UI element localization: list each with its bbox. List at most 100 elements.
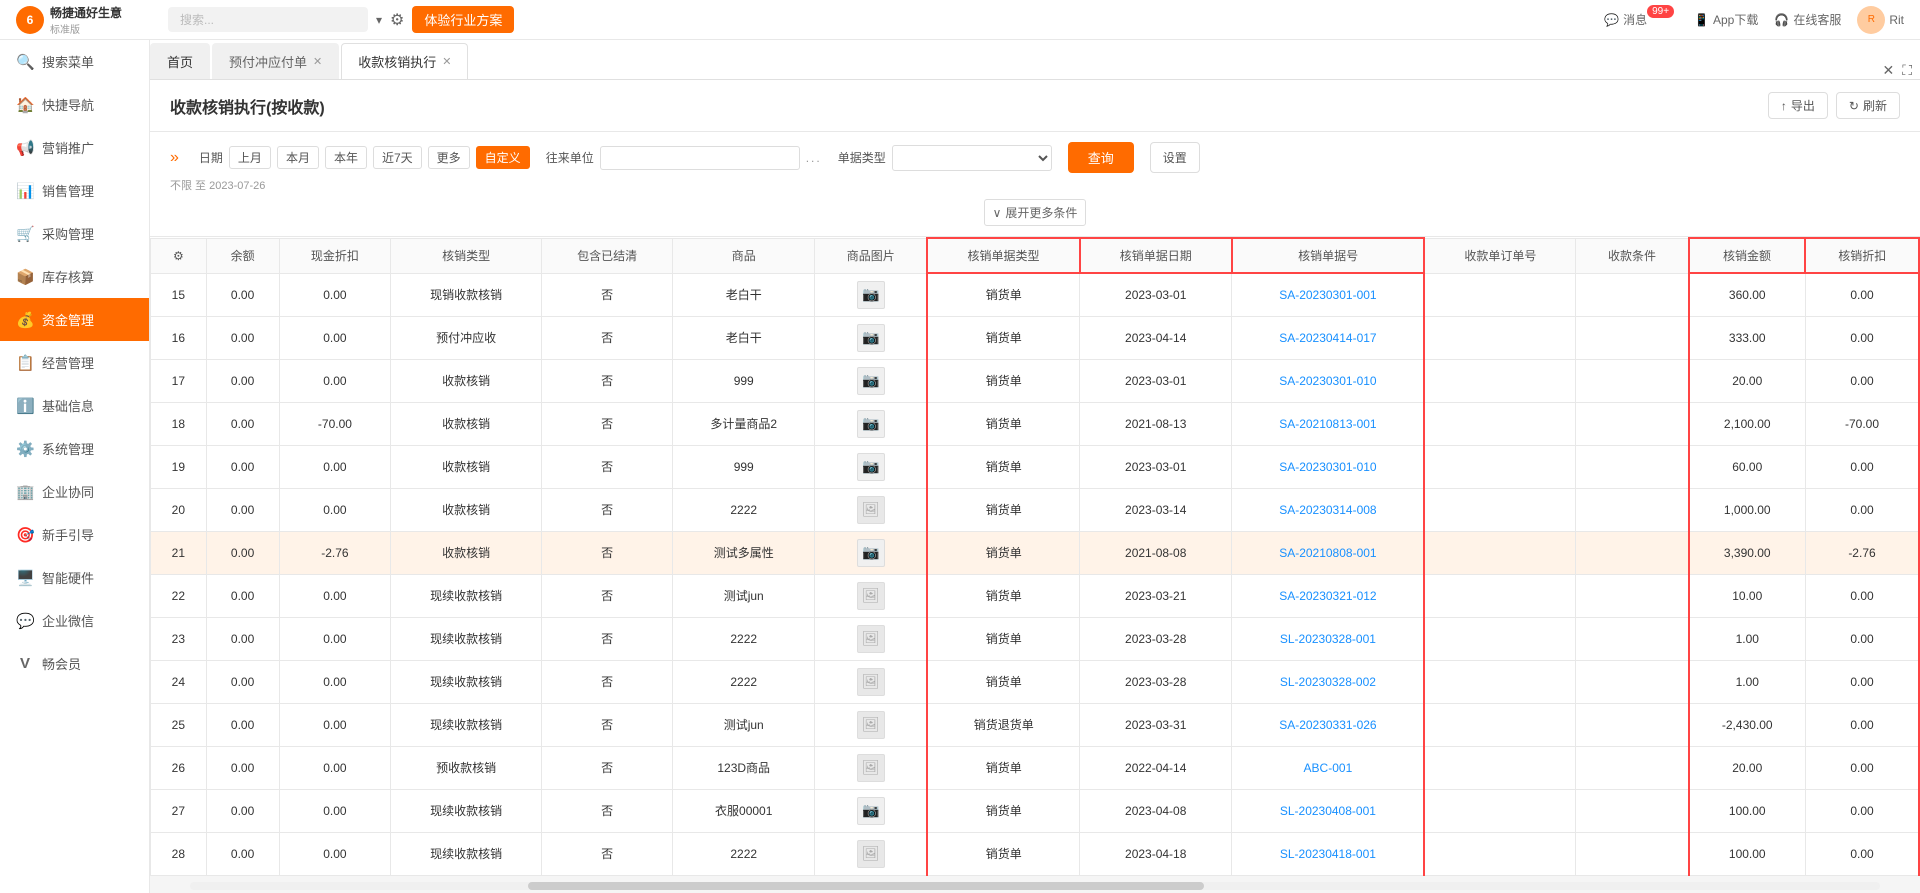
cancel-amount-cell: 333.00 bbox=[1689, 316, 1806, 359]
sidebar-item-finance[interactable]: 💰 资金管理 bbox=[0, 298, 149, 341]
filter-settings-button[interactable]: 设置 bbox=[1150, 142, 1200, 173]
marketing-icon: 📢 bbox=[16, 139, 34, 157]
cancel-bill-no-link[interactable]: SL-20230328-001 bbox=[1280, 632, 1376, 646]
counter-party-input[interactable] bbox=[600, 146, 800, 170]
global-search-bar[interactable]: 搜索... bbox=[168, 7, 368, 32]
maximize-window-button[interactable]: ⛶ bbox=[1902, 62, 1912, 79]
settings-gear-button[interactable]: ⚙ bbox=[390, 10, 404, 30]
bill-type-select[interactable] bbox=[892, 145, 1052, 171]
sidebar-item-hardware[interactable]: 🖥️ 智能硬件 bbox=[0, 556, 149, 599]
sidebar-item-guide[interactable]: 🎯 新手引导 bbox=[0, 513, 149, 556]
industry-solution-button[interactable]: 体验行业方案 bbox=[412, 6, 514, 33]
cancel-bill-no-link[interactable]: ABC-001 bbox=[1304, 761, 1353, 775]
row-number: 17 bbox=[151, 359, 207, 402]
col-cancel-bill-no: 核销单据号 bbox=[1232, 238, 1425, 273]
sidebar-item-marketing[interactable]: 📢 营销推广 bbox=[0, 126, 149, 169]
sidebar-item-management[interactable]: 📋 经营管理 bbox=[0, 341, 149, 384]
cancel-bill-no-link[interactable]: SA-20230314-008 bbox=[1279, 503, 1376, 517]
scroll-bar-horizontal[interactable] bbox=[190, 882, 1880, 890]
sidebar-item-sales[interactable]: 📊 销售管理 bbox=[0, 169, 149, 212]
cancel-bill-no-link[interactable]: SL-20230408-001 bbox=[1280, 804, 1376, 818]
message-item[interactable]: 💬 消息 99+ bbox=[1604, 11, 1678, 28]
bill-type-filter: 单据类型 bbox=[838, 145, 1052, 171]
row-number: 19 bbox=[151, 445, 207, 488]
close-window-button[interactable]: ✕ bbox=[1882, 62, 1894, 79]
sidebar-item-search[interactable]: 🔍 搜索菜单 bbox=[0, 40, 149, 83]
cancel-discount-cell: 0.00 bbox=[1805, 832, 1919, 875]
query-button[interactable]: 查询 bbox=[1068, 142, 1134, 173]
scroll-area[interactable] bbox=[150, 876, 1920, 893]
product-image: 📷 bbox=[857, 324, 885, 352]
sidebar-item-wechat[interactable]: 💬 企业微信 bbox=[0, 599, 149, 642]
date-this-month-btn[interactable]: 本月 bbox=[277, 146, 319, 169]
cancel-discount-cell: 0.00 bbox=[1805, 273, 1919, 316]
row-number: 20 bbox=[151, 488, 207, 531]
finance-icon: 💰 bbox=[16, 311, 34, 329]
tab-prepay[interactable]: 预付冲应付单 ✕ bbox=[212, 43, 339, 79]
tab-bar: 首页 预付冲应付单 ✕ 收款核销执行 ✕ ✕ ⛶ bbox=[150, 40, 1920, 80]
sidebar-item-system[interactable]: ⚙️ 系统管理 bbox=[0, 427, 149, 470]
table-wrapper[interactable]: ⚙ 余额 现金折扣 核销类型 包含已结清 商品 商品图片 核销单据类型 核销单据… bbox=[150, 237, 1920, 893]
cancel-bill-no-link[interactable]: SA-20230414-017 bbox=[1279, 331, 1376, 345]
sidebar-item-label: 畅会员 bbox=[42, 654, 81, 673]
expand-more-button[interactable]: ∨ 展开更多条件 bbox=[984, 199, 1087, 226]
sidebar-item-inventory[interactable]: 📦 库存核算 bbox=[0, 255, 149, 298]
refresh-button[interactable]: ↻ 刷新 bbox=[1836, 92, 1900, 119]
row-number: 28 bbox=[151, 832, 207, 875]
cancel-discount-cell: 0.00 bbox=[1805, 359, 1919, 402]
cancel-bill-no-link[interactable]: SA-20230331-026 bbox=[1279, 718, 1376, 732]
chevron-down-icon: ∨ bbox=[993, 206, 1002, 220]
cancel-amount-cell: 10.00 bbox=[1689, 574, 1806, 617]
cancel-amount-cell: 20.00 bbox=[1689, 746, 1806, 789]
col-cash-discount: 现金折扣 bbox=[279, 238, 391, 273]
sidebar-item-basic[interactable]: ℹ️ 基础信息 bbox=[0, 384, 149, 427]
date-7days-btn[interactable]: 近7天 bbox=[373, 146, 422, 169]
product-image: 🖼 bbox=[857, 754, 885, 782]
sidebar-item-collab[interactable]: 🏢 企业协同 bbox=[0, 470, 149, 513]
row-number: 16 bbox=[151, 316, 207, 359]
online-service-item[interactable]: 🎧 在线客服 bbox=[1774, 11, 1841, 28]
cancel-bill-no-link[interactable]: SL-20230328-002 bbox=[1280, 675, 1376, 689]
logo-icon: 6 bbox=[16, 6, 44, 34]
tab-cancel[interactable]: 收款核销执行 ✕ bbox=[341, 43, 468, 79]
export-button[interactable]: ↑ 导出 bbox=[1768, 92, 1828, 119]
sidebar-item-purchase[interactable]: 🛒 采购管理 bbox=[0, 212, 149, 255]
date-this-year-btn[interactable]: 本年 bbox=[325, 146, 367, 169]
row-number: 24 bbox=[151, 660, 207, 703]
table-row: 260.000.00预收款核销否123D商品🖼销货单2022-04-14ABC-… bbox=[151, 746, 1920, 789]
management-icon: 📋 bbox=[16, 354, 34, 372]
cancel-bill-no-link[interactable]: SA-20230301-010 bbox=[1279, 460, 1376, 474]
expand-toggle[interactable]: » bbox=[170, 149, 179, 167]
cancel-bill-no-link[interactable]: SA-20230321-012 bbox=[1279, 589, 1376, 603]
tab-home[interactable]: 首页 bbox=[150, 43, 210, 79]
refresh-icon: ↻ bbox=[1849, 99, 1859, 113]
tab-cancel-close[interactable]: ✕ bbox=[442, 55, 451, 68]
cancel-bill-no-link[interactable]: SL-20230418-001 bbox=[1280, 847, 1376, 861]
user-profile[interactable]: R Rit bbox=[1857, 6, 1904, 34]
top-bar-center: 搜索... ▾ ⚙ 体验行业方案 bbox=[168, 6, 1592, 33]
product-image-cell: 📷 bbox=[815, 789, 928, 832]
cancel-bill-no-link[interactable]: SA-20210808-001 bbox=[1279, 546, 1376, 560]
sidebar-item-label: 搜索菜单 bbox=[42, 52, 94, 71]
cancel-bill-no-link[interactable]: SA-20210813-001 bbox=[1279, 417, 1376, 431]
product-image-cell: 🖼 bbox=[815, 488, 928, 531]
date-more-btn[interactable]: 更多 bbox=[428, 146, 470, 169]
scroll-thumb[interactable] bbox=[528, 882, 1204, 890]
row-number: 21 bbox=[151, 531, 207, 574]
date-last-month-btn[interactable]: 上月 bbox=[229, 146, 271, 169]
filter-dots: ... bbox=[806, 151, 822, 165]
date-filter: 日期 上月 本月 本年 近7天 更多 自定义 bbox=[199, 146, 530, 169]
sidebar-item-vip[interactable]: V 畅会员 bbox=[0, 642, 149, 685]
page-title: 收款核销执行(按收款) bbox=[170, 94, 325, 118]
cancel-bill-no-link[interactable]: SA-20230301-001 bbox=[1279, 288, 1376, 302]
row-number: 15 bbox=[151, 273, 207, 316]
product-image: 🖼 bbox=[857, 582, 885, 610]
app-download-item[interactable]: 📱 App下载 bbox=[1694, 11, 1758, 28]
date-custom-btn[interactable]: 自定义 bbox=[476, 146, 530, 169]
cancel-bill-no-link[interactable]: SA-20230301-010 bbox=[1279, 374, 1376, 388]
dropdown-button[interactable]: ▾ bbox=[376, 13, 382, 27]
tab-prepay-close[interactable]: ✕ bbox=[313, 55, 322, 68]
product-image: 📷 bbox=[857, 453, 885, 481]
table-row: 240.000.00现续收款核销否2222🖼销货单2023-03-28SL-20… bbox=[151, 660, 1920, 703]
sidebar-item-nav[interactable]: 🏠 快捷导航 bbox=[0, 83, 149, 126]
